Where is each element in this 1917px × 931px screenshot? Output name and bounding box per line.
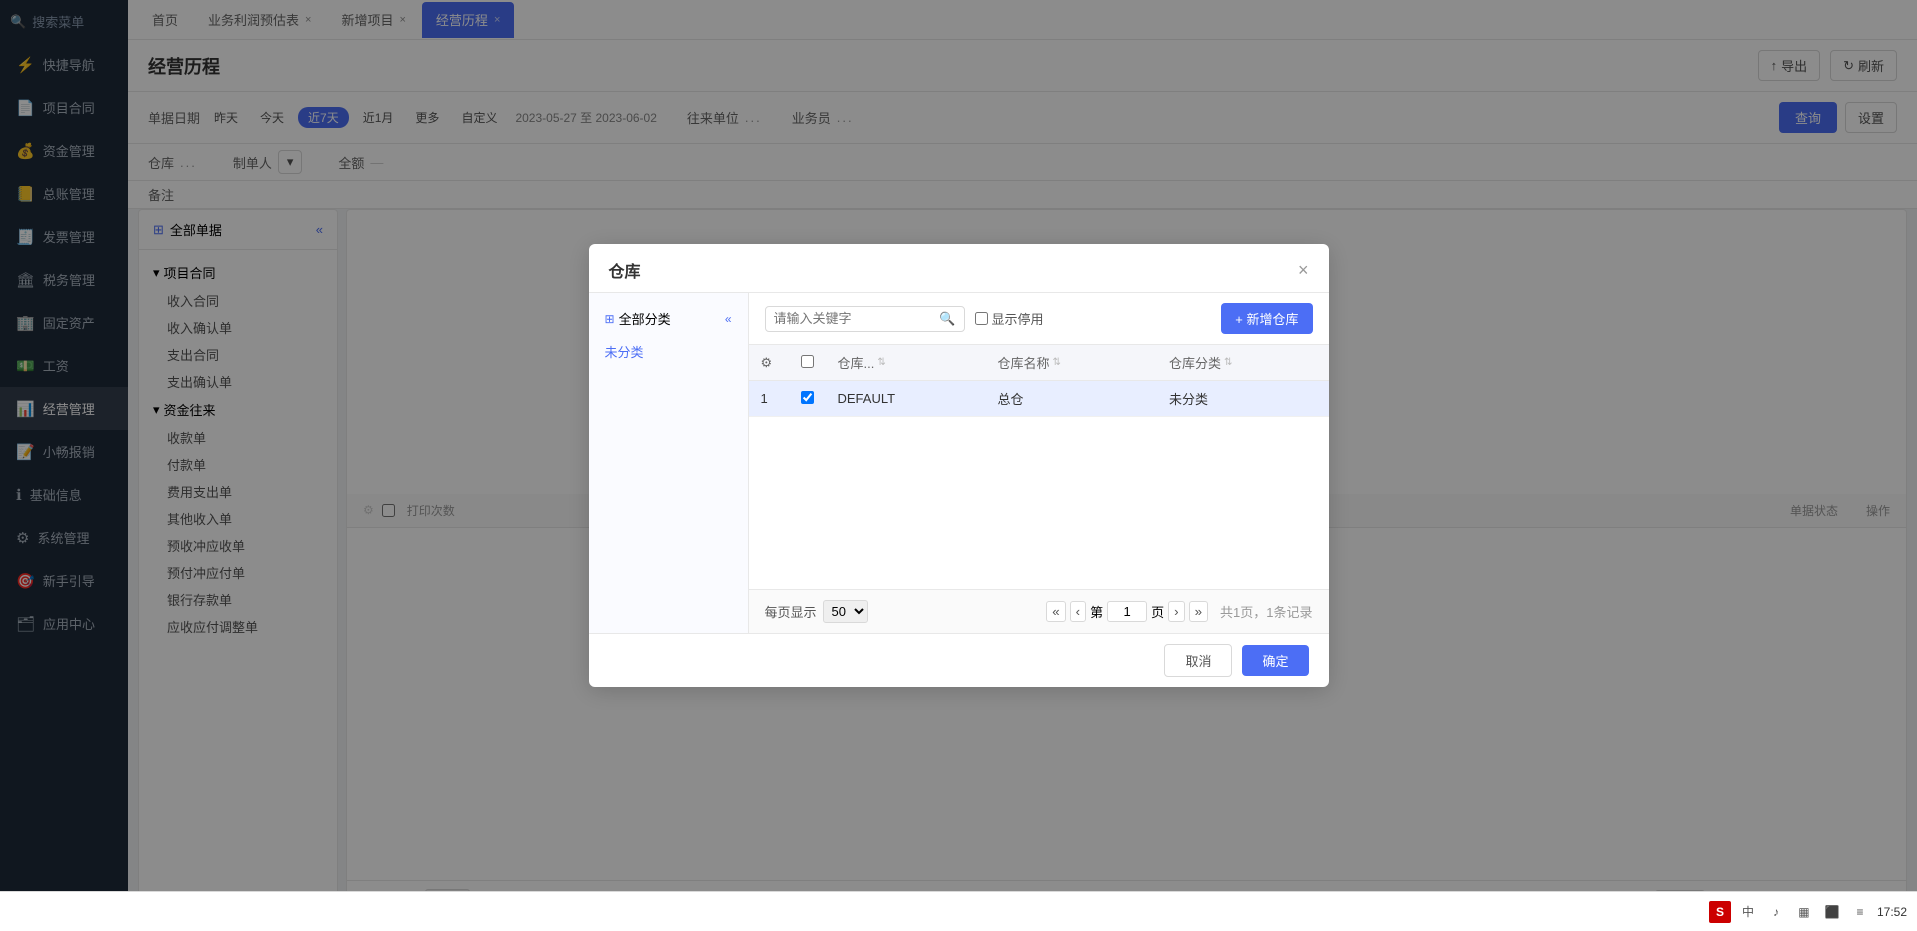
dialog-next-page[interactable]: › — [1168, 601, 1184, 622]
sort-icon-name: ⇅ — [1053, 357, 1061, 368]
search-input-wrap: 🔍 — [765, 306, 965, 332]
th-category: 仓库分类 ⇅ — [1157, 345, 1329, 381]
dialog-title: 仓库 — [609, 258, 641, 282]
dialog-per-page: 每页显示 50 — [765, 600, 868, 623]
th-code-sort[interactable]: 仓库... ⇅ — [838, 353, 974, 372]
th-category-sort[interactable]: 仓库分类 ⇅ — [1169, 353, 1317, 372]
dialog-table: ⚙ 仓库... ⇅ — [749, 345, 1329, 589]
sidebar-collapse-btn[interactable]: « — [725, 312, 732, 326]
search-input[interactable] — [774, 311, 940, 326]
dialog-sidebar-items: 未分类 — [589, 334, 748, 369]
dialog-toolbar: 🔍 显示停用 + 新增仓库 — [749, 293, 1329, 345]
settings-icon-table: ⚙ — [761, 355, 773, 370]
modal-overlay[interactable]: 仓库 × ⊞ 全部分类 « 未分类 — [0, 0, 1917, 931]
dialog-sidebar: ⊞ 全部分类 « 未分类 — [589, 293, 749, 633]
row-name: 总仓 — [986, 381, 1157, 417]
search-icon-dialog: 🔍 — [939, 311, 955, 327]
warehouse-dialog: 仓库 × ⊞ 全部分类 « 未分类 — [589, 244, 1329, 687]
dialog-actions: 取消 确定 — [589, 633, 1329, 687]
all-category-label: 全部分类 — [619, 309, 671, 328]
grid-icon-small: ⊞ — [605, 312, 615, 326]
taskbar-icon-s[interactable]: S — [1709, 901, 1731, 923]
confirm-button[interactable]: 确定 — [1242, 645, 1308, 676]
row-checkbox-cell — [789, 381, 826, 417]
show-disabled-label: 显示停用 — [992, 309, 1044, 328]
cancel-button[interactable]: 取消 — [1164, 644, 1232, 677]
sort-icon-code: ⇅ — [877, 357, 885, 368]
dialog-page-input[interactable] — [1107, 601, 1147, 622]
row-category: 未分类 — [1157, 381, 1329, 417]
table-row[interactable]: 1 DEFAULT 总仓 未分类 — [749, 381, 1329, 417]
taskbar-icon-menu[interactable]: ≡ — [1849, 901, 1871, 923]
th-name: 仓库名称 ⇅ — [986, 345, 1157, 381]
th-checkbox — [789, 345, 826, 381]
show-disabled-checkbox[interactable] — [975, 312, 988, 325]
table-header-row-dialog: ⚙ 仓库... ⇅ — [749, 345, 1329, 381]
select-all-dialog[interactable] — [801, 355, 814, 368]
uncategorized-label: 未分类 — [605, 342, 644, 361]
taskbar-icon-zh[interactable]: 中 — [1737, 901, 1759, 923]
row-checkbox[interactable] — [801, 391, 814, 404]
dialog-sidebar-uncategorized[interactable]: 未分类 — [589, 334, 748, 369]
th-code: 仓库... ⇅ — [826, 345, 986, 381]
dialog-close-button[interactable]: × — [1298, 260, 1309, 281]
taskbar: S 中 ♪ ▦ ⬛ ≡ 17:52 — [0, 891, 1917, 931]
dialog-prev-page[interactable]: ‹ — [1070, 601, 1086, 622]
dialog-header: 仓库 × — [589, 244, 1329, 293]
dialog-sidebar-header: ⊞ 全部分类 « — [589, 303, 748, 334]
taskbar-time: 17:52 — [1877, 905, 1907, 919]
row-code: DEFAULT — [826, 381, 986, 417]
dialog-footer: 每页显示 50 « ‹ 第 页 › » 共1页，1条记录 — [749, 589, 1329, 633]
dialog-pagination: « ‹ 第 页 › » 共1页，1条记录 — [1046, 601, 1312, 622]
th-settings: ⚙ — [749, 345, 789, 381]
all-category-item[interactable]: ⊞ 全部分类 — [605, 309, 671, 328]
dialog-total-text: 共1页，1条记录 — [1220, 602, 1312, 621]
dialog-main: 🔍 显示停用 + 新增仓库 ⚙ — [749, 293, 1329, 633]
taskbar-icon-grid[interactable]: ▦ — [1793, 901, 1815, 923]
row-index: 1 — [749, 381, 789, 417]
add-warehouse-button[interactable]: + 新增仓库 — [1221, 303, 1312, 334]
taskbar-icon-box[interactable]: ⬛ — [1821, 901, 1843, 923]
th-name-sort[interactable]: 仓库名称 ⇅ — [998, 353, 1145, 372]
dialog-first-page[interactable]: « — [1046, 601, 1065, 622]
taskbar-icon-mic[interactable]: ♪ — [1765, 901, 1787, 923]
dialog-last-page[interactable]: » — [1189, 601, 1208, 622]
dialog-body: ⊞ 全部分类 « 未分类 🔍 — [589, 293, 1329, 633]
sort-icon-category: ⇅ — [1224, 357, 1232, 368]
dialog-per-page-select[interactable]: 50 — [823, 600, 868, 623]
show-disabled-checkbox-label[interactable]: 显示停用 — [975, 309, 1044, 328]
